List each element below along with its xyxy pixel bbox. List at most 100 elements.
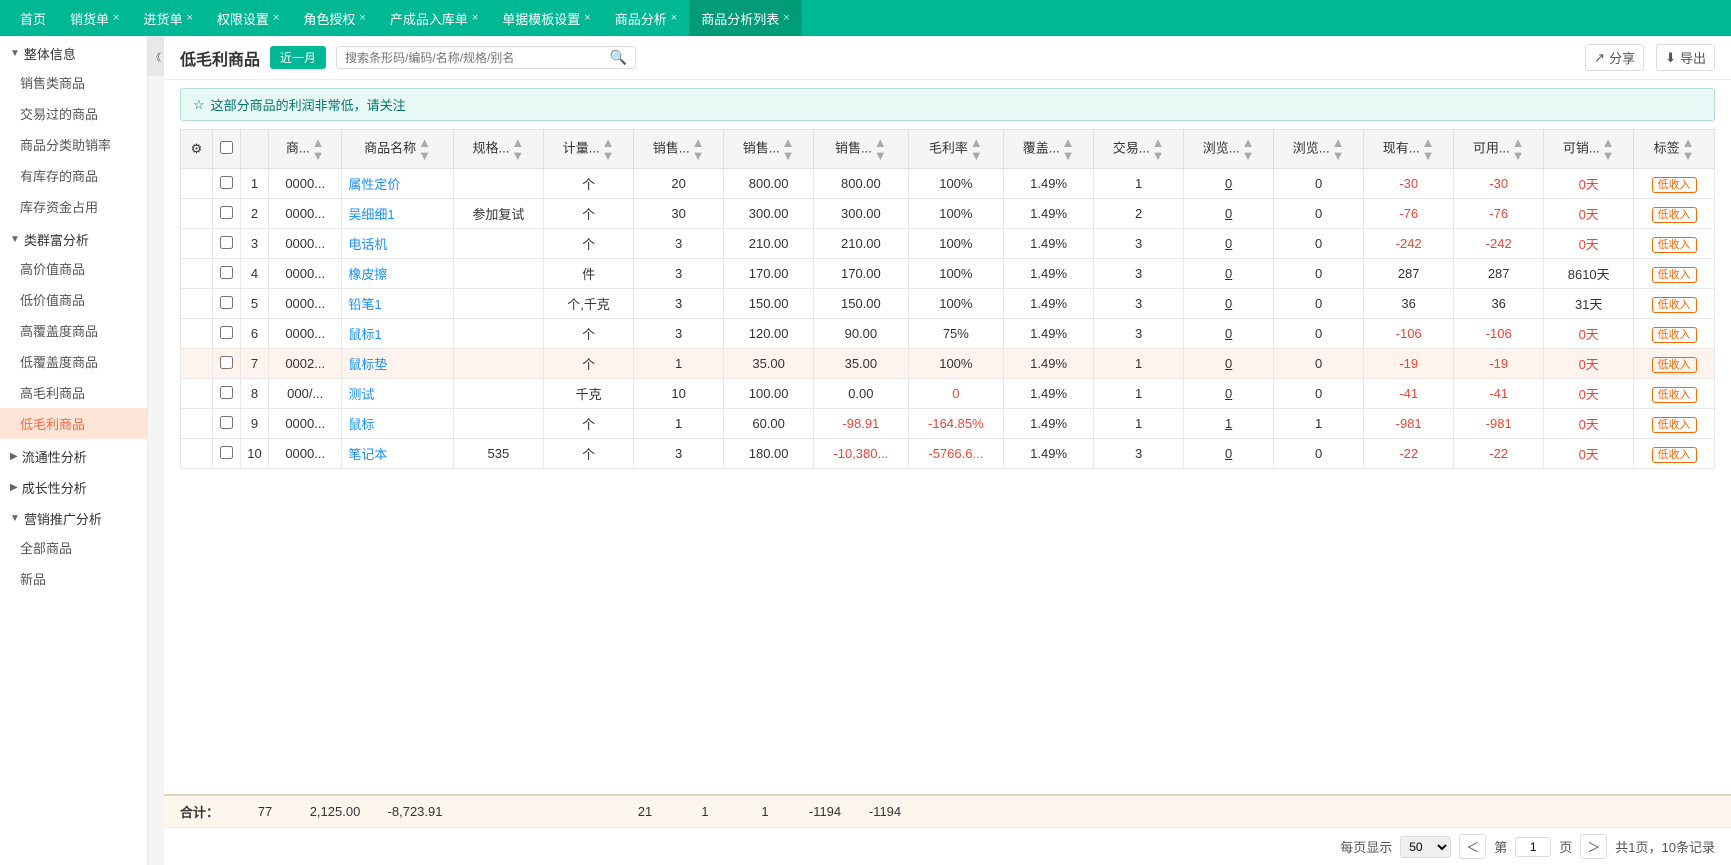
- cell-name[interactable]: 电话机: [342, 229, 453, 259]
- cell-views1[interactable]: 0: [1184, 319, 1274, 349]
- th-settings[interactable]: ⚙: [181, 130, 213, 169]
- cell-checkbox[interactable]: [213, 439, 241, 469]
- prev-page-button[interactable]: ＜: [1459, 834, 1486, 859]
- nav-warehouse-close[interactable]: ×: [472, 12, 478, 24]
- row-checkbox-0[interactable]: [220, 176, 233, 189]
- cell-checkbox[interactable]: [213, 259, 241, 289]
- th-unit[interactable]: 计量...▲▼: [544, 130, 634, 169]
- nav-roles-close[interactable]: ×: [359, 12, 365, 24]
- th-checkbox[interactable]: [213, 130, 241, 169]
- row-checkbox-9[interactable]: [220, 446, 233, 459]
- cell-checkbox[interactable]: [213, 319, 241, 349]
- nav-sales-close[interactable]: ×: [113, 12, 119, 24]
- nav-product-analysis-list[interactable]: 商品分析列表 ×: [689, 0, 801, 36]
- sidebar-group-cluster[interactable]: ▼ 类群富分析: [0, 222, 147, 253]
- sidebar-item-low-margin[interactable]: 低毛利商品: [0, 408, 147, 439]
- search-input[interactable]: [345, 51, 610, 65]
- row-checkbox-2[interactable]: [220, 236, 233, 249]
- th-spec[interactable]: 规格...▲▼: [453, 130, 543, 169]
- row-checkbox-7[interactable]: [220, 386, 233, 399]
- sidebar-item-high-coverage[interactable]: 高覆盖度商品: [0, 315, 147, 346]
- export-button[interactable]: ⬇ 导出: [1656, 44, 1715, 71]
- sidebar-item-inventory-capital[interactable]: 库存资金占用: [0, 191, 147, 222]
- cell-views1[interactable]: 0: [1184, 349, 1274, 379]
- sidebar-group-growth[interactable]: ▶ 成长性分析: [0, 470, 147, 501]
- cell-name[interactable]: 橡皮擦: [342, 259, 453, 289]
- th-current-stock[interactable]: 现有...▲▼: [1364, 130, 1454, 169]
- nav-roles[interactable]: 角色授权 ×: [291, 0, 377, 36]
- th-transactions[interactable]: 交易...▲▼: [1094, 130, 1184, 169]
- sidebar-item-low-value[interactable]: 低价值商品: [0, 284, 147, 315]
- sidebar-collapse-button[interactable]: 《: [148, 36, 164, 76]
- cell-name[interactable]: 铅笔1: [342, 289, 453, 319]
- th-views1[interactable]: 浏览...▲▼: [1184, 130, 1274, 169]
- th-tag[interactable]: 标签▲▼: [1634, 130, 1715, 169]
- cell-name[interactable]: 吴细细1: [342, 199, 453, 229]
- th-coverage[interactable]: 覆盖...▲▼: [1004, 130, 1094, 169]
- row-checkbox-3[interactable]: [220, 266, 233, 279]
- th-sellable-days[interactable]: 可销...▲▼: [1544, 130, 1634, 169]
- select-all-checkbox[interactable]: [220, 141, 233, 154]
- th-sales-amount[interactable]: 销售...▲▼: [724, 130, 814, 169]
- cell-checkbox[interactable]: [213, 349, 241, 379]
- sidebar-group-overview[interactable]: ▼ 整体信息: [0, 36, 147, 67]
- th-views2[interactable]: 浏览...▲▼: [1274, 130, 1364, 169]
- cell-views1[interactable]: 0: [1184, 379, 1274, 409]
- nav-template-close[interactable]: ×: [584, 12, 590, 24]
- cell-name[interactable]: 测试: [342, 379, 453, 409]
- page-number-input[interactable]: [1515, 837, 1551, 857]
- cell-checkbox[interactable]: [213, 379, 241, 409]
- nav-warehouse[interactable]: 产成品入库单 ×: [378, 0, 490, 36]
- cell-checkbox[interactable]: [213, 169, 241, 199]
- search-icon[interactable]: 🔍: [610, 49, 627, 66]
- cell-views1[interactable]: 0: [1184, 439, 1274, 469]
- share-button[interactable]: ↗ 分享: [1585, 44, 1644, 71]
- nav-product-analysis[interactable]: 商品分析 ×: [603, 0, 689, 36]
- cell-checkbox[interactable]: [213, 289, 241, 319]
- sidebar-item-sales-products[interactable]: 销售类商品: [0, 67, 147, 98]
- cell-name[interactable]: 鼠标1: [342, 319, 453, 349]
- cell-name[interactable]: 笔记本: [342, 439, 453, 469]
- nav-product-analysis-close[interactable]: ×: [671, 12, 677, 24]
- nav-permissions-close[interactable]: ×: [273, 12, 279, 24]
- nav-permissions[interactable]: 权限设置 ×: [205, 0, 291, 36]
- cell-name[interactable]: 属性定价: [342, 169, 453, 199]
- cell-views1[interactable]: 0: [1184, 289, 1274, 319]
- th-sales-qty[interactable]: 销售...▲▼: [634, 130, 724, 169]
- row-checkbox-1[interactable]: [220, 206, 233, 219]
- sidebar-group-marketing[interactable]: ▼ 营销推广分析: [0, 501, 147, 532]
- sidebar-item-category-rate[interactable]: 商品分类助销率: [0, 129, 147, 160]
- cell-views1[interactable]: 0: [1184, 199, 1274, 229]
- row-checkbox-5[interactable]: [220, 326, 233, 339]
- sidebar-item-high-value[interactable]: 高价值商品: [0, 253, 147, 284]
- cell-views1[interactable]: 0: [1184, 229, 1274, 259]
- cell-checkbox[interactable]: [213, 199, 241, 229]
- cell-checkbox[interactable]: [213, 409, 241, 439]
- sidebar-item-traded-products[interactable]: 交易过的商品: [0, 98, 147, 129]
- cell-views1[interactable]: 1: [1184, 409, 1274, 439]
- nav-sales[interactable]: 销货单 ×: [58, 0, 131, 36]
- next-page-button[interactable]: ＞: [1580, 834, 1607, 859]
- sidebar-item-low-coverage[interactable]: 低覆盖度商品: [0, 346, 147, 377]
- th-sales-profit[interactable]: 销售...▲▼: [814, 130, 908, 169]
- cell-checkbox[interactable]: [213, 229, 241, 259]
- cell-views1[interactable]: 0: [1184, 259, 1274, 289]
- row-checkbox-6[interactable]: [220, 356, 233, 369]
- nav-product-analysis-list-close[interactable]: ×: [783, 12, 789, 24]
- per-page-select[interactable]: 50 100 200: [1400, 836, 1451, 858]
- nav-template[interactable]: 单据模板设置 ×: [490, 0, 602, 36]
- cell-name[interactable]: 鼠标垫: [342, 349, 453, 379]
- cell-name[interactable]: 鼠标: [342, 409, 453, 439]
- cell-views1[interactable]: 0: [1184, 169, 1274, 199]
- sidebar-group-flow[interactable]: ▶ 流通性分析: [0, 439, 147, 470]
- nav-home[interactable]: 首页: [8, 0, 58, 36]
- sidebar-item-all-products[interactable]: 全部商品: [0, 532, 147, 563]
- sidebar-item-high-margin[interactable]: 高毛利商品: [0, 377, 147, 408]
- row-checkbox-4[interactable]: [220, 296, 233, 309]
- sidebar-item-new-products[interactable]: 新品: [0, 563, 147, 594]
- nav-purchase[interactable]: 进货单 ×: [131, 0, 204, 36]
- nav-purchase-close[interactable]: ×: [186, 12, 192, 24]
- th-code[interactable]: 商...▲▼: [269, 130, 342, 169]
- row-checkbox-8[interactable]: [220, 416, 233, 429]
- th-available-stock[interactable]: 可用...▲▼: [1454, 130, 1544, 169]
